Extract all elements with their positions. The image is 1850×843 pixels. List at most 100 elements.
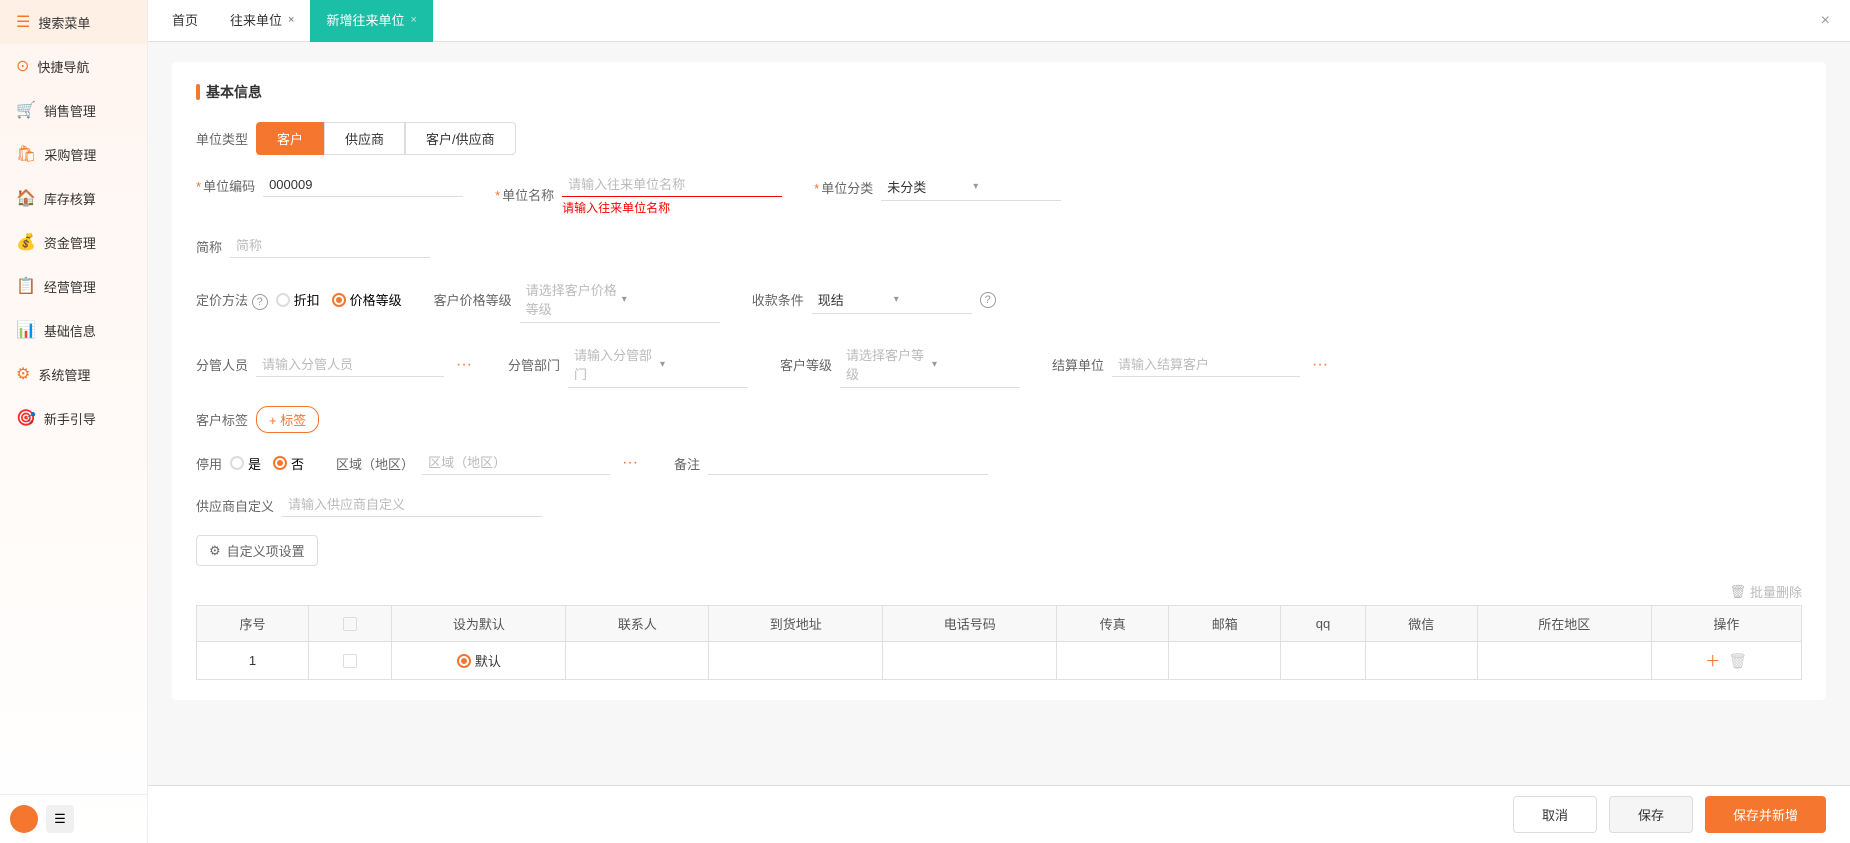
unit-category-dropdown[interactable]: 未分类 ▾ (881, 173, 1061, 201)
menu-toggle[interactable]: ☰ (46, 805, 74, 833)
disabled-no-radio[interactable]: 否 (273, 454, 304, 473)
pricing-help-icon[interactable]: ? (252, 294, 268, 310)
unit-type-both-btn[interactable]: 客户/供应商 (405, 122, 516, 155)
col-check (309, 606, 392, 642)
save-and-new-button[interactable]: 保存并新增 (1705, 796, 1826, 833)
unit-type-customer-btn[interactable]: 客户 (256, 122, 324, 155)
supplier-custom-label: 供应商自定义 (196, 496, 274, 515)
radio-circle-no (273, 456, 287, 470)
col-qq: qq (1281, 606, 1366, 642)
tab-partners[interactable]: 往来单位 × (214, 0, 310, 42)
default-radio-item[interactable]: 默认 (402, 651, 555, 670)
finance-icon: 💰 (16, 232, 36, 252)
unit-name-field: *单位名称 请输入往来单位名称 (495, 173, 782, 216)
unit-code-label: *单位编码 (196, 176, 255, 195)
sidebar-item-label: 搜索菜单 (38, 13, 90, 32)
disabled-field: 停用 是 否 (196, 454, 304, 473)
region-input[interactable] (422, 451, 610, 475)
unit-category-field: *单位分类 未分类 ▾ (814, 173, 1061, 201)
sidebar-item-search[interactable]: ☰ 搜索菜单 (0, 0, 147, 44)
add-tag-button[interactable]: + 标签 (256, 406, 319, 433)
user-avatar[interactable] (10, 805, 38, 833)
sidebar-item-operation[interactable]: 📋 经营管理 (0, 264, 147, 308)
close-new-partner-tab[interactable]: × (410, 14, 416, 26)
manager-dots-btn[interactable]: ··· (452, 356, 476, 374)
chevron-down-icon: ▾ (894, 294, 966, 305)
unit-type-supplier-btn[interactable]: 供应商 (324, 122, 405, 155)
sidebar-item-quicknav[interactable]: ⊙ 快捷导航 (0, 44, 147, 88)
sidebar-item-inventory[interactable]: 🏠 库存核算 (0, 176, 147, 220)
dept-field: 分管部门 请输入分管部门 ▾ (508, 341, 748, 388)
row-qq (1281, 642, 1366, 680)
cancel-button[interactable]: 取消 (1513, 796, 1597, 833)
sidebar-item-basic[interactable]: 📊 基础信息 (0, 308, 147, 352)
sidebar-item-label: 新手引导 (44, 409, 96, 428)
close-window-button[interactable]: × (1809, 12, 1842, 30)
basic-info-card: 基本信息 单位类型 客户 供应商 客户/供应商 *单位编码 (172, 62, 1826, 700)
pricing-method-field: 定价方法 ? 折扣 价格等级 (196, 290, 402, 310)
inventory-icon: 🏠 (16, 188, 36, 208)
customer-price-level-field: 客户价格等级 请选择客户价格等级 ▾ (434, 276, 720, 323)
sidebar-item-label: 库存核算 (44, 189, 96, 208)
customer-level-field: 客户等级 请选择客户等级 ▾ (780, 341, 1020, 388)
region-dots-btn[interactable]: ··· (618, 454, 642, 472)
batch-delete-icon: 🗑 (1729, 584, 1746, 600)
col-default: 设为默认 (392, 606, 566, 642)
col-address: 到货地址 (709, 606, 883, 642)
close-partners-tab[interactable]: × (288, 14, 294, 26)
add-row-button[interactable]: ＋ (1705, 650, 1720, 671)
section-title-icon (196, 84, 200, 100)
purchase-icon: 🛍 (16, 144, 36, 164)
customer-tag-row: 客户标签 + 标签 (196, 406, 1802, 433)
custom-settings-button[interactable]: ⚙ 自定义项设置 (196, 535, 318, 566)
batch-delete-label[interactable]: 批量删除 (1750, 582, 1802, 601)
settlement-field: 结算单位 ··· (1052, 353, 1332, 377)
sidebar-item-finance[interactable]: 💰 资金管理 (0, 220, 147, 264)
row-checkbox[interactable] (343, 654, 357, 668)
pricing-discount-radio[interactable]: 折扣 (276, 290, 320, 309)
sidebar-item-label: 资金管理 (44, 233, 96, 252)
unit-code-input[interactable] (263, 173, 463, 197)
disabled-yes-radio[interactable]: 是 (230, 454, 261, 473)
pricing-radio-group: 折扣 价格等级 (276, 290, 402, 309)
sidebar-item-sales[interactable]: 🛒 销售管理 (0, 88, 147, 132)
tab-new-partner[interactable]: 新增往来单位 × (310, 0, 432, 42)
gear-icon: ⚙ (209, 543, 221, 559)
sidebar-item-guide[interactable]: 🎯 新手引导 (0, 396, 147, 440)
settlement-input[interactable] (1112, 353, 1300, 377)
settlement-label: 结算单位 (1052, 355, 1104, 374)
dept-label: 分管部门 (508, 355, 560, 374)
unit-name-input-wrap: 请输入往来单位名称 (562, 173, 782, 216)
disabled-region-row: 停用 是 否 区 (196, 451, 1802, 475)
tab-home[interactable]: 首页 (156, 0, 214, 42)
manager-input[interactable] (256, 353, 444, 377)
sidebar-item-system[interactable]: ⚙ 系统管理 (0, 352, 147, 396)
sidebar-item-purchase[interactable]: 🛍 采购管理 (0, 132, 147, 176)
row-email (1169, 642, 1281, 680)
sidebar-bottom: ☰ (0, 794, 147, 843)
sidebar-item-label: 销售管理 (44, 101, 96, 120)
save-button[interactable]: 保存 (1609, 796, 1693, 833)
col-seq: 序号 (197, 606, 309, 642)
supplier-custom-field: 供应商自定义 (196, 493, 542, 517)
dept-dropdown[interactable]: 请输入分管部门 ▾ (568, 341, 748, 388)
select-all-checkbox[interactable] (343, 617, 357, 631)
payment-terms-dropdown[interactable]: 现结 ▾ (812, 286, 972, 314)
short-name-input[interactable] (230, 234, 430, 258)
form-footer: 取消 保存 保存并新增 (148, 785, 1850, 843)
pricing-level-radio[interactable]: 价格等级 (332, 290, 402, 309)
remark-input[interactable] (708, 451, 988, 475)
payment-terms-help-icon[interactable]: ? (980, 292, 996, 308)
row-address (709, 642, 883, 680)
supplier-custom-input[interactable] (282, 493, 542, 517)
customer-level-dropdown[interactable]: 请选择客户等级 ▾ (840, 341, 1020, 388)
row-wechat (1365, 642, 1477, 680)
customer-price-level-dropdown[interactable]: 请选择客户价格等级 ▾ (520, 276, 720, 323)
delete-row-button[interactable]: 🗑 (1728, 652, 1747, 670)
settlement-dots-btn[interactable]: ··· (1308, 356, 1332, 374)
col-region: 所在地区 (1477, 606, 1651, 642)
code-name-category-row: *单位编码 *单位名称 请输入往来单位名称 *单位分类 未分类 ▾ (196, 173, 1802, 216)
radio-circle-discount (276, 293, 290, 307)
radio-circle-yes (230, 456, 244, 470)
unit-name-input[interactable] (562, 173, 782, 197)
